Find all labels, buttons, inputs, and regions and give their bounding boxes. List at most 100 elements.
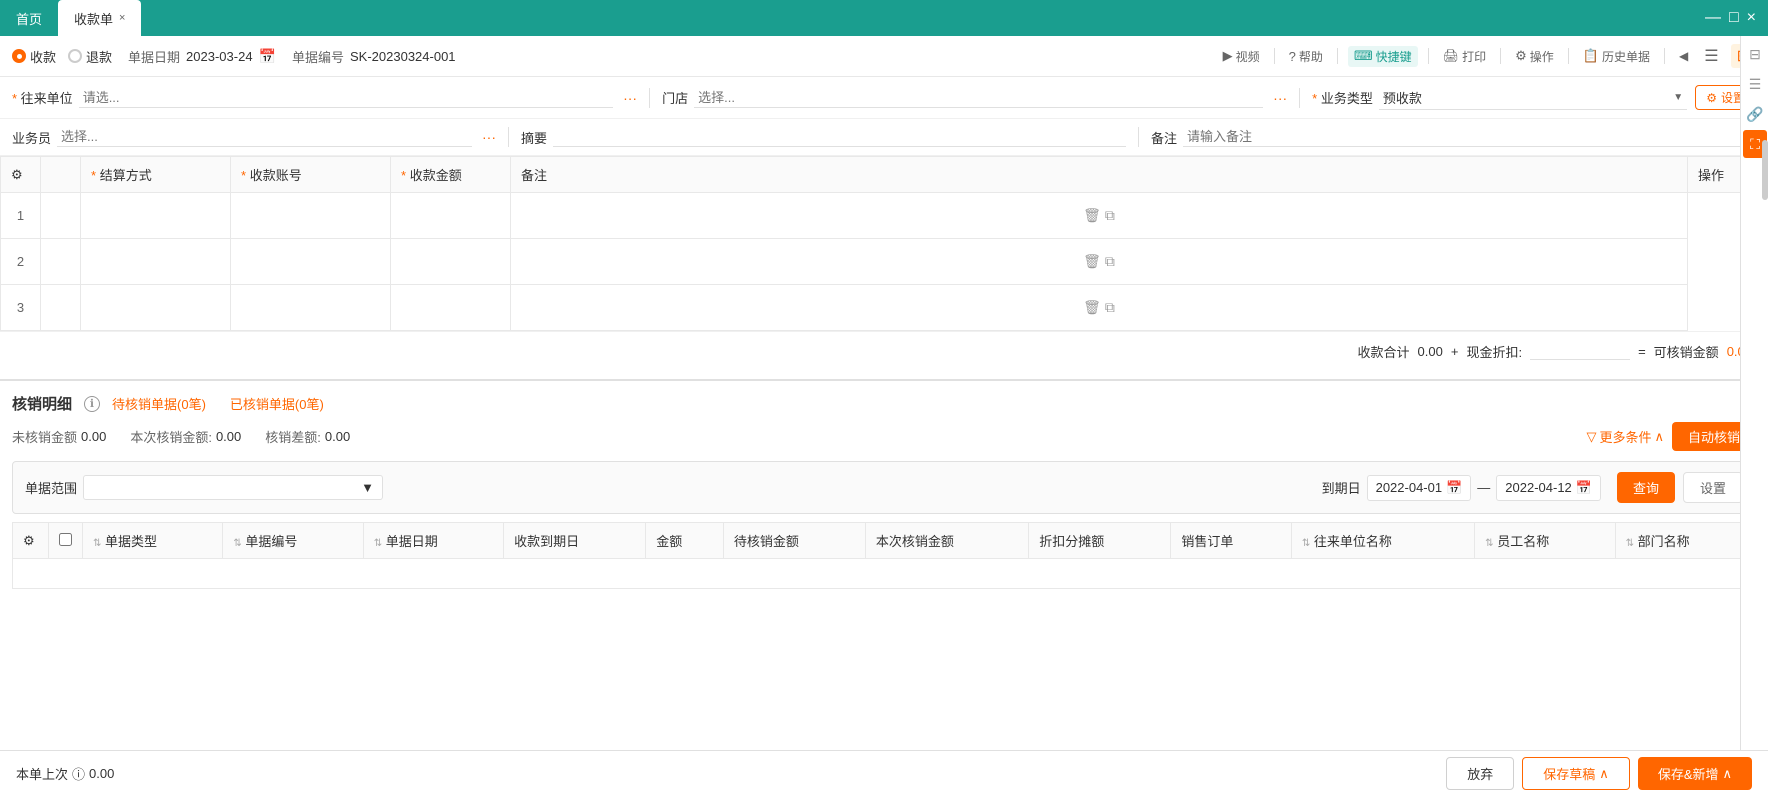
bt-date-label: 单据日期 xyxy=(386,534,438,549)
tab-home-label: 首页 xyxy=(16,9,42,28)
store-field: 门店 ··· xyxy=(662,88,1287,108)
discount-input[interactable] xyxy=(1530,344,1630,360)
save-new-btn[interactable]: 保存&新增 ∧ xyxy=(1638,757,1752,790)
save-draft-btn[interactable]: 保存草稿 ∧ xyxy=(1522,757,1630,790)
row-3-delete-icon[interactable]: 🗑 xyxy=(1083,299,1101,316)
shortcut-icon: ⌨ xyxy=(1354,48,1373,64)
radio-refund[interactable]: 退款 xyxy=(68,47,112,66)
operation-btn[interactable]: ⚙ 操作 xyxy=(1511,46,1558,67)
row-3-actions: 🗑 ⧉ xyxy=(511,285,1688,331)
toolbar-row: 收款 退款 单据日期 2023-03-24 📅 单据编号 SK-20230324… xyxy=(0,36,1768,77)
window-close-icon[interactable]: × xyxy=(1747,9,1756,27)
th-settlement-label: 结算方式 xyxy=(100,168,152,183)
sidebar-list-icon[interactable]: ☰ xyxy=(1743,70,1767,98)
row-3-copy-icon[interactable]: ⧉ xyxy=(1105,299,1115,316)
bt-pending-th: 待核销金额 xyxy=(723,523,865,559)
calendar-icon[interactable]: 📅 xyxy=(259,48,276,65)
reconciliation-section: 核销明细 ℹ 待核销单据(0笔) 已核销单据(0笔) 未核销金额 0.00 本次… xyxy=(0,379,1768,601)
view-toggle-prev[interactable]: ◀ xyxy=(1675,47,1692,65)
staff-label: 业务员 xyxy=(12,128,51,147)
doc-num-field: 单据编号 SK-20230324-001 xyxy=(292,47,456,66)
th-amount: * 收款金额 xyxy=(391,157,511,193)
th-amount-label: 收款金额 xyxy=(410,168,462,183)
bt-amount-label: 金额 xyxy=(656,534,682,549)
doc-num-value: SK-20230324-001 xyxy=(350,49,456,64)
table-row: 1 🗑 ⧉ xyxy=(1,193,1768,239)
recon-done-tab[interactable]: 已核销单据(0笔) xyxy=(230,394,324,413)
bt-gear-th[interactable]: ⚙ xyxy=(13,523,49,559)
print-btn[interactable]: 🖨 打印 xyxy=(1439,46,1491,67)
history-icon: 📋 xyxy=(1583,48,1599,64)
partner-input[interactable] xyxy=(79,88,613,108)
video-label: 视频 xyxy=(1236,48,1260,65)
range-select[interactable]: ▼ xyxy=(83,475,383,500)
table-row: 2 🗑 ⧉ xyxy=(1,239,1768,285)
scroll-thumb[interactable] xyxy=(1762,140,1768,200)
help-btn[interactable]: ? 帮助 xyxy=(1285,46,1327,67)
footer: 本单上次 ⓘ 0.00 放弃 保存草稿 ∧ 保存&新增 ∧ xyxy=(0,750,1768,796)
more-conditions-link[interactable]: ▽ 更多条件 ∧ xyxy=(1586,427,1664,446)
radio-receive-label: 收款 xyxy=(30,47,56,66)
staff-input[interactable] xyxy=(57,127,472,147)
bt-check-th[interactable] xyxy=(49,523,83,559)
sidebar-link-icon[interactable]: 🔗 xyxy=(1743,100,1767,128)
bt-check-all[interactable] xyxy=(59,533,72,546)
end-date-input[interactable]: 2022-04-12 📅 xyxy=(1496,475,1601,501)
recon-info-icon[interactable]: ℹ xyxy=(84,396,100,412)
operation-icon: ⚙ xyxy=(1515,48,1527,64)
view-toggle-list[interactable]: ☰ xyxy=(1700,44,1722,68)
window-minimize-icon[interactable]: — xyxy=(1705,9,1721,27)
discard-btn[interactable]: 放弃 xyxy=(1446,757,1514,790)
settings-gear-icon: ⚙ xyxy=(1706,91,1717,105)
range-field: 单据范围 ▼ xyxy=(25,475,1306,500)
shortcut-btn[interactable]: ⌨ 快捷键 xyxy=(1348,46,1418,67)
partner-field: 往来单位 ··· xyxy=(12,88,637,108)
help-label: 帮助 xyxy=(1299,48,1323,65)
tab-home[interactable]: 首页 xyxy=(0,0,58,36)
radio-receive-dot xyxy=(12,49,26,63)
row-3-settlement-cell xyxy=(41,285,81,331)
remark-input[interactable] xyxy=(1183,127,1756,147)
summary-label: 摘要 xyxy=(521,128,547,147)
uncleared-stat: 未核销金额 0.00 xyxy=(12,422,106,451)
radio-refund-dot xyxy=(68,49,82,63)
tab-active[interactable]: 收款单 × xyxy=(58,0,141,36)
start-date-input[interactable]: 2022-04-01 📅 xyxy=(1367,475,1472,501)
summary-input[interactable] xyxy=(553,127,1126,147)
radio-receive[interactable]: 收款 xyxy=(12,47,56,66)
uncleared-value: 0.00 xyxy=(81,429,106,444)
bt-num-label: 单据编号 xyxy=(245,534,297,549)
query-btn[interactable]: 查询 xyxy=(1617,472,1675,503)
more-conditions-label: 更多条件 xyxy=(1599,427,1651,446)
table-row: 3 🗑 ⧉ xyxy=(1,285,1768,331)
filter-icon: ▽ xyxy=(1586,429,1596,445)
tab-close-icon[interactable]: × xyxy=(119,12,125,24)
radio-refund-label: 退款 xyxy=(86,47,112,66)
row-2-delete-icon[interactable]: 🗑 xyxy=(1083,253,1101,270)
video-btn[interactable]: ▶ 视频 xyxy=(1219,46,1264,67)
table-gear-th[interactable]: ⚙ xyxy=(1,157,41,193)
window-maximize-icon[interactable]: □ xyxy=(1729,9,1739,27)
row-1-copy-icon[interactable]: ⧉ xyxy=(1105,207,1115,224)
partner-more-btn[interactable]: ··· xyxy=(623,90,637,106)
recon-pending-tab[interactable]: 待核销单据(0笔) xyxy=(112,394,206,413)
filter-settings-btn[interactable]: 设置 xyxy=(1683,472,1743,503)
range-chevron-icon: ▼ xyxy=(361,480,374,495)
store-input[interactable] xyxy=(694,88,1263,108)
row-3-num: 3 xyxy=(1,285,41,331)
recon-title: 核销明细 xyxy=(12,393,72,414)
staff-more-btn[interactable]: ··· xyxy=(482,129,496,145)
row-1-delete-icon[interactable]: 🗑 xyxy=(1083,207,1101,224)
bt-dept-label: 部门名称 xyxy=(1638,534,1690,549)
store-more-btn[interactable]: ··· xyxy=(1273,90,1287,106)
total-label: 收款合计 xyxy=(1358,342,1410,361)
biz-type-select[interactable]: 预收款 ▼ xyxy=(1379,86,1687,110)
uncleared-label: 未核销金额 xyxy=(12,427,77,446)
history-btn[interactable]: 📋 历史单据 xyxy=(1579,46,1654,67)
bt-num-th: ⇅ 单据编号 xyxy=(223,523,363,559)
row-2-copy-icon[interactable]: ⧉ xyxy=(1105,253,1115,270)
sidebar-table-icon[interactable]: ⊟ xyxy=(1743,40,1767,68)
biz-type-value: 预收款 xyxy=(1383,88,1669,107)
end-date-value: 2022-04-12 xyxy=(1505,480,1572,495)
footer-info-help-icon[interactable]: ⓘ xyxy=(72,764,85,783)
